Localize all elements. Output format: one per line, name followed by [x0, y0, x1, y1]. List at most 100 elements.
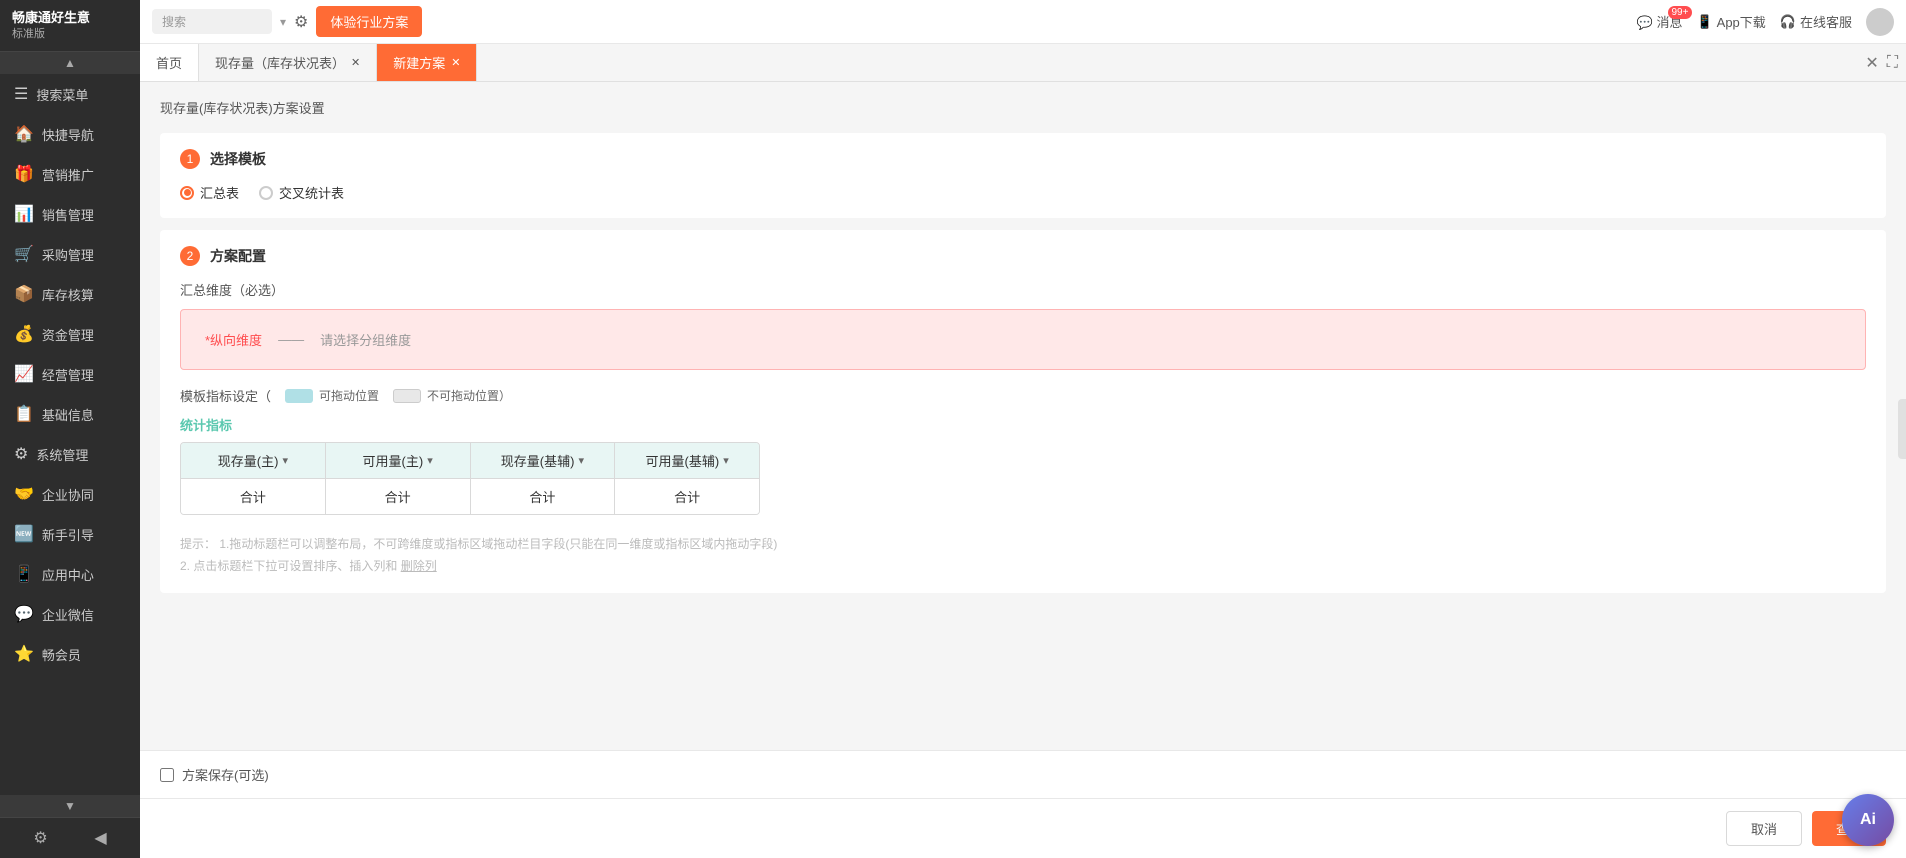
- ai-fab-label: Ai: [1860, 811, 1876, 829]
- tip2-link[interactable]: 删除列: [401, 559, 437, 573]
- system-icon: ⚙: [14, 444, 28, 464]
- sidebar-item-label: 企业协同: [42, 485, 94, 504]
- draggable-legend-box: [285, 389, 313, 403]
- sidebar-bottom: ⚙ ◀: [0, 817, 140, 858]
- sidebar-item-label: 基础信息: [42, 405, 94, 424]
- tab-new-plan-close[interactable]: ✕: [451, 56, 460, 69]
- sidebar-nav: ☰ 搜索菜单 🏠 快捷导航 🎁 营销推广 📊 销售管理 🛒 采购管理 📦 库存核…: [0, 74, 140, 795]
- sidebar-item-app-center[interactable]: 📱 应用中心: [0, 554, 140, 594]
- sidebar-item-purchase[interactable]: 🛒 采购管理: [0, 234, 140, 274]
- stats-col-1-body: 合计: [326, 479, 470, 514]
- chevron-down-icon[interactable]: ▾: [280, 15, 286, 29]
- tabbar: 首页 现存量（库存状况表） ✕ 新建方案 ✕ ✕ ⛶: [140, 44, 1906, 82]
- sidebar-scroll-up[interactable]: ▲: [0, 52, 140, 74]
- expand-window-icon[interactable]: ⛶: [1887, 54, 1898, 72]
- sidebar-logo-title: 畅康通好生意: [12, 10, 128, 27]
- tab-inventory-status-close[interactable]: ✕: [351, 56, 360, 69]
- message-badge: 99+: [1668, 6, 1693, 19]
- sidebar-item-label: 企业微信: [42, 605, 94, 624]
- stats-col-1-header-label: 可用量(主): [363, 451, 424, 470]
- stats-col-1-chevron[interactable]: ▾: [427, 454, 433, 467]
- stats-col-3-header[interactable]: 可用量(基辅) ▾: [615, 443, 759, 479]
- inventory-icon: 📦: [14, 284, 34, 304]
- radio-summary[interactable]: 汇总表: [180, 183, 239, 202]
- sidebar-item-basic-info[interactable]: 📋 基础信息: [0, 394, 140, 434]
- tab-home[interactable]: 首页: [140, 44, 199, 81]
- tip2: 2. 点击标题栏下拉可设置排序、插入列和 删除列: [180, 556, 1866, 578]
- radio-summary-circle: [180, 186, 194, 200]
- sidebar-item-marketing[interactable]: 🎁 营销推广: [0, 154, 140, 194]
- app-download-btn[interactable]: 📱 App下载: [1696, 12, 1765, 31]
- stats-col-0-header-label: 现存量(主): [218, 451, 279, 470]
- stats-col-2-header[interactable]: 现存量(基辅) ▾: [471, 443, 615, 479]
- sidebar-item-label: 销售管理: [42, 205, 94, 224]
- online-service-btn[interactable]: 🎧 在线客服: [1780, 12, 1852, 31]
- app-download-icon: 📱: [1696, 14, 1712, 30]
- topbar: 搜索 ▾ ⚙ 体验行业方案 💬 消息 99+ 📱 App下载 🎧 在线客服: [140, 0, 1906, 44]
- legend-draggable: 可拖动位置: [285, 387, 379, 404]
- close-window-icon[interactable]: ✕: [1865, 53, 1878, 73]
- sidebar-item-label: 库存核算: [42, 285, 94, 304]
- sidebar-item-new-guide[interactable]: 🆕 新手引导: [0, 514, 140, 554]
- main-area: 搜索 ▾ ⚙ 体验行业方案 💬 消息 99+ 📱 App下载 🎧 在线客服 首页: [140, 0, 1906, 858]
- sidebar-item-sales[interactable]: 📊 销售管理: [0, 194, 140, 234]
- tips-section: 提示： 1.拖动标题栏可以调整布局，不可跨维度或指标区域拖动栏目字段(只能在同一…: [180, 534, 1866, 577]
- sidebar-item-enterprise[interactable]: 🤝 企业协同: [0, 474, 140, 514]
- stats-col-0-header[interactable]: 现存量(主) ▾: [181, 443, 325, 479]
- avatar[interactable]: [1866, 8, 1894, 36]
- dimension-row[interactable]: *纵向维度 —— 请选择分组维度: [180, 309, 1866, 370]
- footer-section: 方案保存(可选): [140, 750, 1906, 798]
- ai-fab-button[interactable]: Ai: [1842, 794, 1894, 846]
- sidebar-item-label: 搜索菜单: [36, 85, 88, 104]
- enterprise-wechat-icon: 💬: [14, 604, 34, 624]
- radio-summary-label: 汇总表: [200, 183, 239, 202]
- topbar-search[interactable]: 搜索: [152, 9, 272, 34]
- purchase-icon: 🛒: [14, 244, 34, 264]
- non-draggable-legend-box: [393, 389, 421, 403]
- sidebar-item-member[interactable]: ⭐ 畅会员: [0, 634, 140, 674]
- gear-icon[interactable]: ⚙: [294, 12, 308, 32]
- sidebar-item-label: 系统管理: [36, 445, 88, 464]
- sidebar-item-label: 采购管理: [42, 245, 94, 264]
- finance-icon: 💰: [14, 324, 34, 344]
- marketing-icon: 🎁: [14, 164, 34, 184]
- right-edge-handle[interactable]: [1898, 399, 1906, 459]
- tab-inventory-status-label: 现存量（库存状况表）: [215, 53, 345, 72]
- sidebar-logo-sub: 标准版: [12, 27, 128, 41]
- message-btn[interactable]: 💬 消息 99+: [1637, 12, 1683, 31]
- dimension-required-label: *纵向维度: [205, 330, 262, 349]
- sidebar-item-enterprise-wechat[interactable]: 💬 企业微信: [0, 594, 140, 634]
- stats-col-1: 可用量(主) ▾ 合计: [326, 443, 471, 514]
- step2-section: 2 方案配置 汇总维度（必选） *纵向维度 —— 请选择分组维度 模板指标设定（…: [160, 230, 1886, 593]
- sidebar-item-finance[interactable]: 💰 资金管理: [0, 314, 140, 354]
- sidebar-item-label: 营销推广: [42, 165, 94, 184]
- tab-new-plan[interactable]: 新建方案 ✕: [377, 44, 477, 81]
- cancel-button[interactable]: 取消: [1726, 811, 1802, 846]
- stats-col-1-header[interactable]: 可用量(主) ▾: [326, 443, 470, 479]
- sidebar-item-quick-nav[interactable]: 🏠 快捷导航: [0, 114, 140, 154]
- sidebar-scroll-down[interactable]: ▼: [0, 795, 140, 817]
- sidebar-logo: 畅康通好生意 标准版: [0, 0, 140, 52]
- plan-save-checkbox[interactable]: [160, 768, 174, 782]
- sidebar-item-operations[interactable]: 📈 经营管理: [0, 354, 140, 394]
- collapse-icon[interactable]: ◀: [94, 828, 106, 848]
- dimension-placeholder: 请选择分组维度: [320, 330, 411, 349]
- stats-col-0-chevron[interactable]: ▾: [282, 454, 288, 467]
- step1-section: 1 选择模板 汇总表 交叉统计表: [160, 133, 1886, 218]
- page-title: 现存量(库存状况表)方案设置: [160, 98, 1886, 117]
- sidebar-item-label: 畅会员: [42, 645, 81, 664]
- radio-cross[interactable]: 交叉统计表: [259, 183, 344, 202]
- settings-icon[interactable]: ⚙: [33, 828, 47, 848]
- tip1: 提示： 1.拖动标题栏可以调整布局，不可跨维度或指标区域拖动栏目字段(只能在同一…: [180, 534, 1866, 556]
- radio-cross-circle: [259, 186, 273, 200]
- stats-col-3-chevron[interactable]: ▾: [723, 454, 729, 467]
- sidebar-item-search-menu[interactable]: ☰ 搜索菜单: [0, 74, 140, 114]
- step1-badge: 1: [180, 149, 200, 169]
- sidebar-item-inventory[interactable]: 📦 库存核算: [0, 274, 140, 314]
- sidebar-item-system[interactable]: ⚙ 系统管理: [0, 434, 140, 474]
- trial-btn[interactable]: 体验行业方案: [316, 6, 422, 37]
- tab-inventory-status[interactable]: 现存量（库存状况表） ✕: [199, 44, 377, 81]
- topbar-right: 💬 消息 99+ 📱 App下载 🎧 在线客服: [1637, 8, 1894, 36]
- stats-col-2-chevron[interactable]: ▾: [578, 454, 584, 467]
- stats-col-3-header-label: 可用量(基辅): [646, 451, 720, 470]
